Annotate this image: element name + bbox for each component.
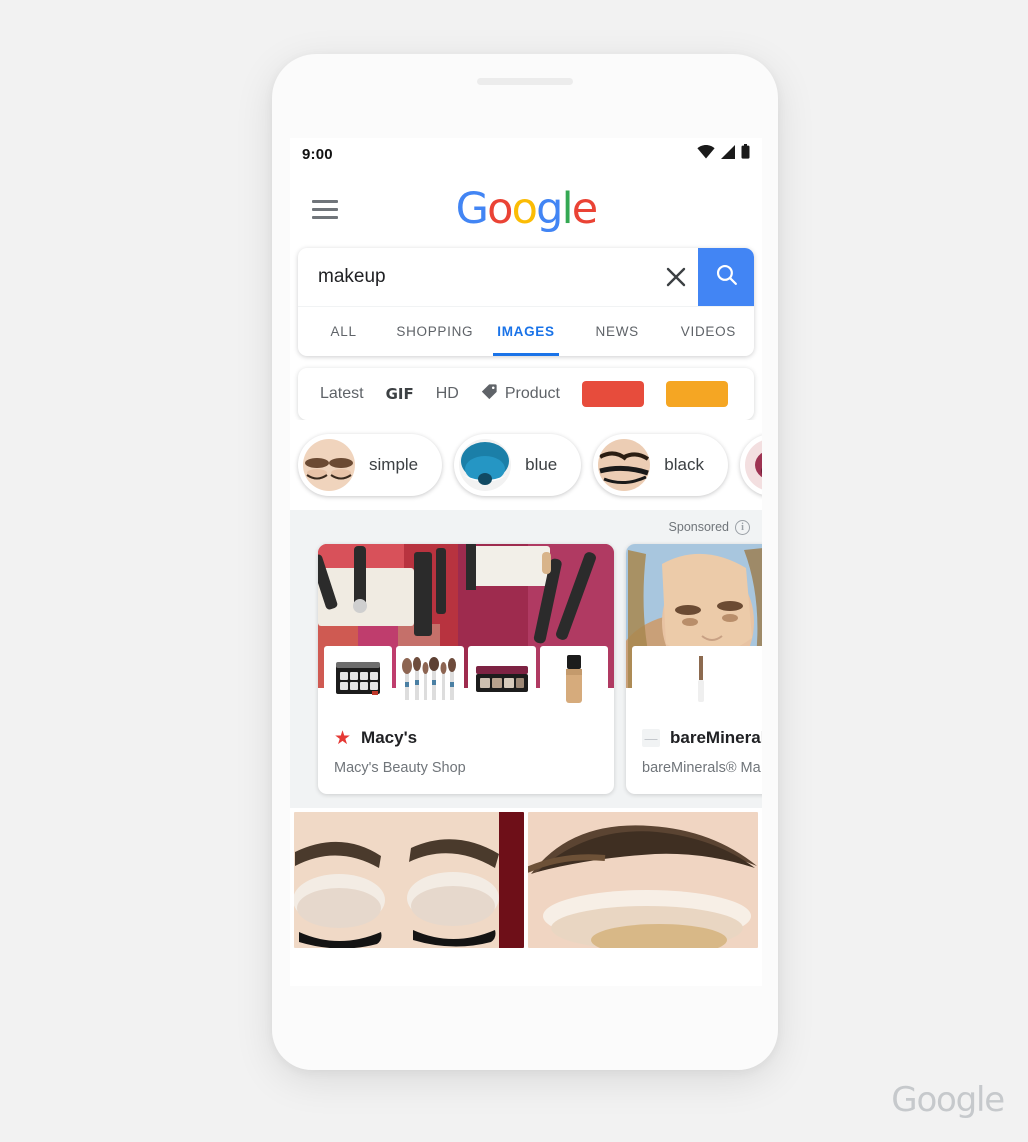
search-card: makeup ALL SHOPPING IMAGES NEWS VIDEOS <box>298 248 754 356</box>
phone-screen: 9:00 Google makeup ALL SHOPPING IMAGES N… <box>290 138 762 986</box>
ad-thumbnail-row-macys <box>318 646 614 712</box>
tab-videos[interactable]: VIDEOS <box>663 307 754 356</box>
ad-brand-row: — bareMinerals <box>642 728 762 748</box>
search-tabs: ALL SHOPPING IMAGES NEWS VIDEOS <box>298 306 754 356</box>
hamburger-menu-icon[interactable] <box>312 199 338 219</box>
filter-color-swatch-orange[interactable] <box>665 381 728 407</box>
related-chip-partial[interactable] <box>739 434 762 496</box>
cellular-signal-icon <box>720 144 736 164</box>
filter-chip-gif[interactable]: GIF <box>386 385 414 403</box>
ad-thumb-mascara-tube[interactable] <box>632 646 762 712</box>
battery-icon <box>741 144 750 164</box>
earpiece-speaker <box>477 78 573 85</box>
wifi-icon <box>697 144 715 164</box>
logo-letter: e <box>571 184 598 234</box>
screenshot-stage: 9:00 Google makeup ALL SHOPPING IMAGES N… <box>0 0 1028 1142</box>
logo-letter: G <box>455 184 489 234</box>
macys-star-icon: ★ <box>334 727 352 749</box>
search-row: makeup <box>298 248 754 306</box>
ad-subtitle: Macy's Beauty Shop <box>334 760 466 776</box>
tab-images[interactable]: IMAGES <box>480 307 571 356</box>
search-icon <box>714 262 739 292</box>
ad-brand-row: ★ Macy's <box>334 728 598 748</box>
google-logo: Google <box>455 184 599 234</box>
filter-chip-latest[interactable]: Latest <box>320 385 364 403</box>
google-watermark: Google <box>891 1080 1005 1120</box>
bareminerals-dash-icon: — <box>642 729 660 747</box>
related-thumb-pink <box>744 439 762 491</box>
related-chip-label: black <box>664 455 704 474</box>
image-results-grid <box>290 808 762 948</box>
sponsored-label: Sponsored <box>668 520 729 534</box>
ad-card-bareminerals[interactable]: — bareMinerals bareMinerals® Ma <box>626 544 762 794</box>
ad-thumb-neutral-palette[interactable] <box>468 646 536 712</box>
filter-chip-product-label: Product <box>504 385 560 402</box>
sponsored-bar: Sponsored i <box>290 510 762 544</box>
search-input[interactable]: makeup <box>298 266 654 288</box>
filter-chip-hd[interactable]: HD <box>436 385 459 403</box>
related-chip-label: simple <box>369 455 419 474</box>
related-chip-black[interactable]: black <box>593 434 728 496</box>
status-time: 9:00 <box>302 145 333 163</box>
ad-thumb-foundation-bottle[interactable] <box>540 646 608 712</box>
tab-shopping[interactable]: SHOPPING <box>389 307 480 356</box>
logo-letter: o <box>511 184 538 234</box>
image-result-2[interactable] <box>528 812 758 948</box>
tag-icon <box>481 383 498 405</box>
info-icon[interactable]: i <box>735 519 750 535</box>
filter-chip-row: Latest GIF HD Product <box>298 368 754 420</box>
related-thumb-blue <box>459 439 512 491</box>
ad-card-macys[interactable]: ★ Macy's Macy's Beauty Shop <box>318 544 614 794</box>
ad-thumb-brush-set[interactable] <box>396 646 464 712</box>
search-button[interactable] <box>698 248 754 306</box>
ad-brand-name: bareMinerals <box>670 728 762 747</box>
related-chip-label: blue <box>525 455 558 474</box>
filter-color-swatch-red[interactable] <box>581 381 644 407</box>
image-result-1[interactable] <box>294 812 524 948</box>
related-thumb-simple <box>303 439 355 491</box>
ad-brand-name: Macy's <box>361 728 418 747</box>
logo-letter: l <box>561 184 574 234</box>
logo-letter: o <box>487 184 513 234</box>
ad-card-row: ★ Macy's Macy's Beauty Shop — bareMinera… <box>290 544 762 794</box>
related-thumb-black <box>598 439 651 491</box>
related-search-row: simple blue black <box>290 420 762 510</box>
sponsored-section: Sponsored i ★ Macy's Macy's Beauty Shop … <box>290 510 762 808</box>
app-header: Google <box>290 170 762 248</box>
ad-thumbnail-row-bareminerals <box>626 646 762 712</box>
related-chip-blue[interactable]: blue <box>454 434 582 496</box>
tab-news[interactable]: NEWS <box>572 307 663 356</box>
tab-all[interactable]: ALL <box>298 307 389 356</box>
status-icons <box>697 144 750 164</box>
ad-thumb-eyeshadow-palette[interactable] <box>324 646 392 712</box>
related-chip-simple[interactable]: simple <box>298 434 443 496</box>
logo-letter: g <box>536 184 563 234</box>
filter-chip-product[interactable]: Product <box>481 383 560 405</box>
ad-meta-macys: ★ Macy's Macy's Beauty Shop <box>318 712 614 794</box>
close-icon[interactable] <box>654 248 698 306</box>
status-bar: 9:00 <box>290 138 762 170</box>
ad-meta-bareminerals: — bareMinerals bareMinerals® Ma <box>626 712 762 794</box>
ad-subtitle: bareMinerals® Ma <box>642 760 761 776</box>
